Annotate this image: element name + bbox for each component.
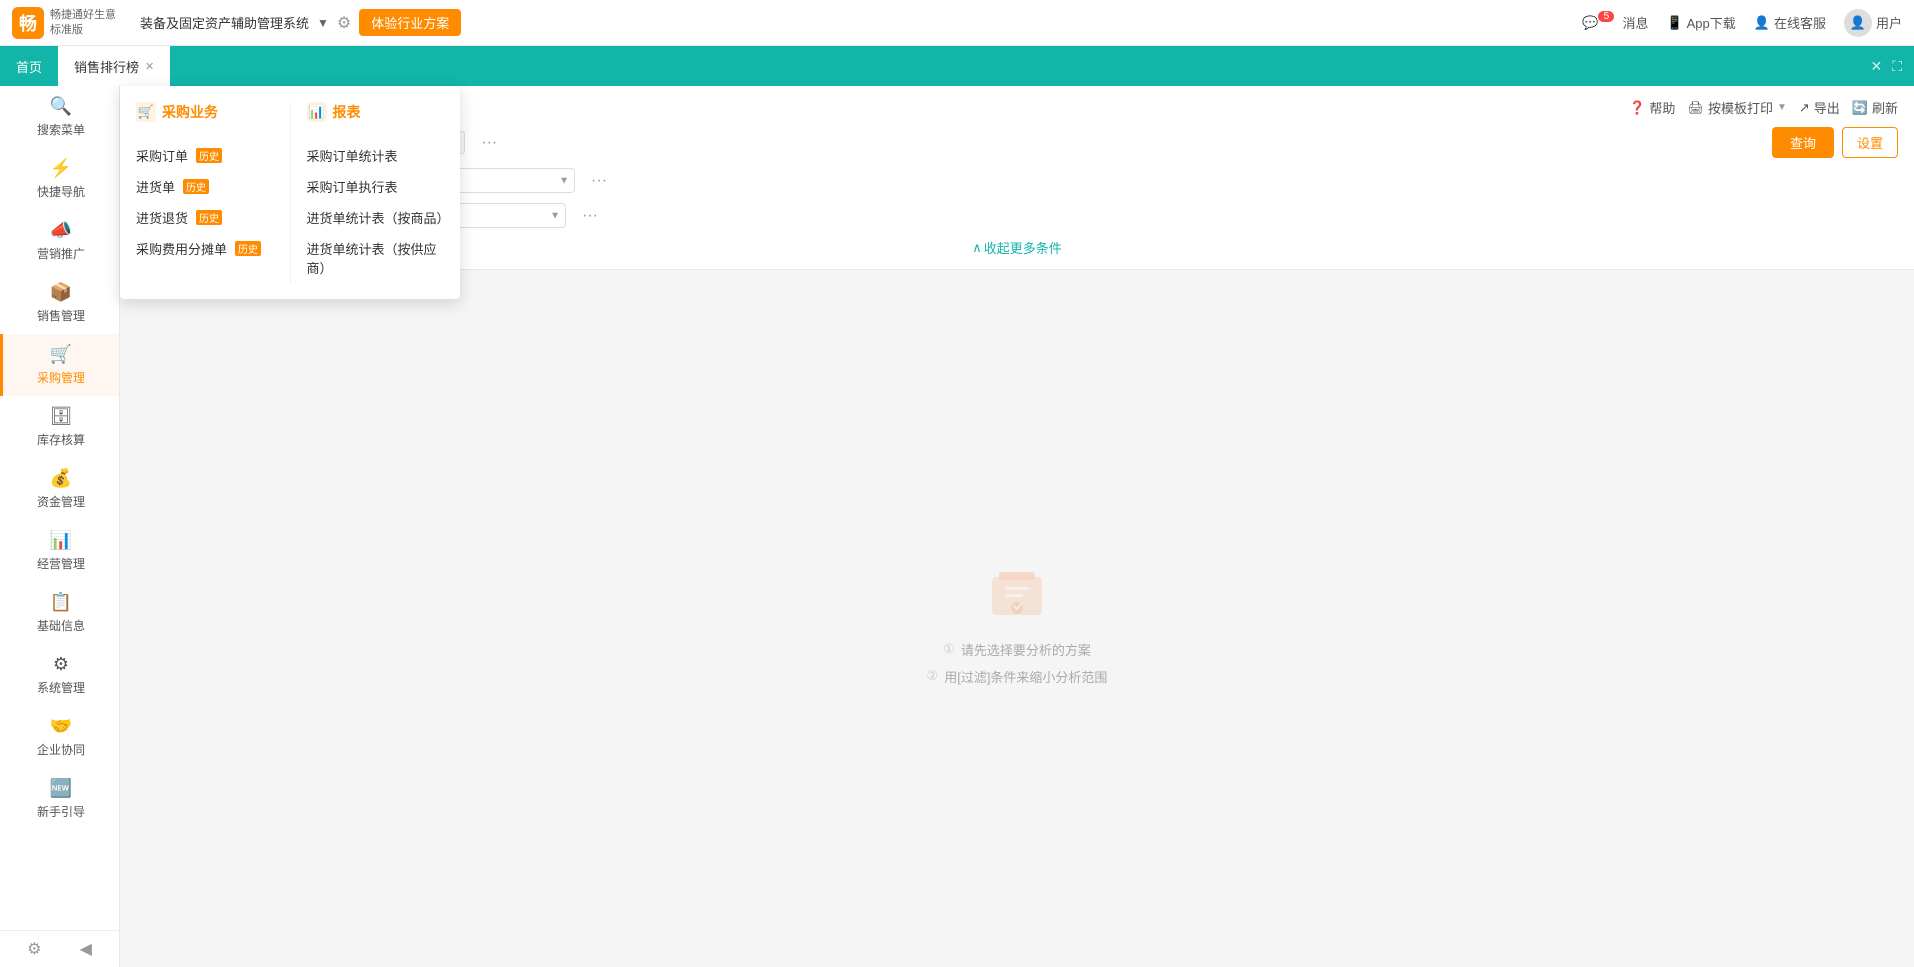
logo-icon: 畅: [12, 7, 44, 39]
message-icon: 💬: [1582, 15, 1598, 31]
purchase-order-stats-label: 采购订单统计表: [307, 146, 398, 165]
topbar-center: 装备及固定资产辅助管理系统 ▼ ⚙ 体验行业方案: [140, 9, 1582, 36]
purchase-order-label: 采购订单: [136, 146, 188, 165]
incoming-stats-goods-item[interactable]: 进货单统计表（按商品）: [307, 202, 445, 233]
topbar-right: 💬 5 消息 📱 App下载 👤 在线客服 👤 用户: [1582, 9, 1902, 37]
incoming-stats-goods-label: 进货单统计表（按商品）: [307, 208, 445, 227]
tab-close-window-button[interactable]: ✕: [1866, 54, 1886, 79]
user-label: 用户: [1876, 13, 1902, 32]
incoming-return-hist-badge: 历史: [196, 210, 222, 225]
tabbar-right-controls: ✕ ⛶: [1866, 54, 1914, 79]
purchase-order-item[interactable]: 采购订单 历史: [136, 140, 274, 171]
purchase-order-exec-item[interactable]: 采购订单执行表: [307, 171, 445, 202]
purchase-dropdown-menu: 🛒 采购业务 采购订单 历史 进货单 历史 进货退货 历史 采购费用分摊单 历史…: [120, 86, 460, 299]
industry-button[interactable]: 体验行业方案: [359, 9, 461, 36]
report-title: 报表: [333, 102, 361, 122]
logo-text: 畅捷通好生意 标准版: [50, 8, 116, 37]
purchase-business-header: 🛒 采购业务: [136, 102, 274, 128]
home-tab-label: 首页: [16, 57, 42, 76]
avatar: 👤: [1844, 9, 1872, 37]
app-download-button[interactable]: 📱 App下载: [1666, 13, 1735, 32]
phone-icon: 📱: [1666, 15, 1682, 31]
purchase-order-exec-label: 采购订单执行表: [307, 177, 398, 196]
purchase-business-col: 🛒 采购业务 采购订单 历史 进货单 历史 进货退货 历史 采购费用分摊单 历史: [120, 102, 290, 283]
tab-sales-ranking[interactable]: 销售排行榜 ✕: [58, 46, 170, 86]
report-icon: 📊: [307, 102, 327, 122]
online-service-label: 在线客服: [1774, 13, 1826, 32]
tabbar: 首页 销售排行榜 ✕ ✕ ⛶: [0, 46, 1914, 86]
system-settings-button[interactable]: ⚙: [337, 13, 351, 33]
tab-close-button[interactable]: ✕: [145, 60, 154, 73]
topbar: 畅 畅捷通好生意 标准版 装备及固定资产辅助管理系统 ▼ ⚙ 体验行业方案 💬 …: [0, 0, 1914, 46]
service-icon: 👤: [1754, 15, 1770, 31]
app-download-label: App下载: [1687, 13, 1736, 32]
incoming-order-label: 进货单: [136, 177, 175, 196]
purchase-expense-hist-badge: 历史: [235, 241, 261, 256]
incoming-return-item[interactable]: 进货退货 历史: [136, 202, 274, 233]
tab-maximize-button[interactable]: ⛶: [1888, 54, 1906, 79]
incoming-stats-supplier-label: 进货单统计表（按供应商）: [307, 239, 445, 277]
report-header: 📊 报表: [307, 102, 445, 128]
message-button[interactable]: 💬 5 消息: [1582, 13, 1648, 32]
incoming-return-label: 进货退货: [136, 208, 188, 227]
tab-home[interactable]: 首页: [0, 46, 58, 86]
message-label: 消息: [1622, 13, 1648, 32]
purchase-expense-item[interactable]: 采购费用分摊单 历史: [136, 233, 274, 264]
report-col: 📊 报表 采购订单统计表 采购订单执行表 进货单统计表（按商品） 进货单统计表（…: [290, 102, 461, 283]
online-service-button[interactable]: 👤 在线客服: [1754, 13, 1826, 32]
purchase-order-stats-item[interactable]: 采购订单统计表: [307, 140, 445, 171]
system-dropdown-button[interactable]: ▼: [317, 16, 329, 30]
sales-ranking-tab-label: 销售排行榜: [74, 57, 139, 76]
purchase-expense-label: 采购费用分摊单: [136, 239, 227, 258]
purchase-business-title: 采购业务: [162, 102, 218, 122]
purchase-order-hist-badge: 历史: [196, 148, 222, 163]
system-name: 装备及固定资产辅助管理系统: [140, 13, 309, 32]
message-badge: 5: [1598, 11, 1614, 22]
user-button[interactable]: 👤 用户: [1844, 9, 1902, 37]
incoming-order-hist-badge: 历史: [183, 179, 209, 194]
incoming-stats-supplier-item[interactable]: 进货单统计表（按供应商）: [307, 233, 445, 283]
incoming-order-item[interactable]: 进货单 历史: [136, 171, 274, 202]
logo-area: 畅 畅捷通好生意 标准版: [12, 7, 132, 39]
purchase-business-icon: 🛒: [136, 102, 156, 122]
